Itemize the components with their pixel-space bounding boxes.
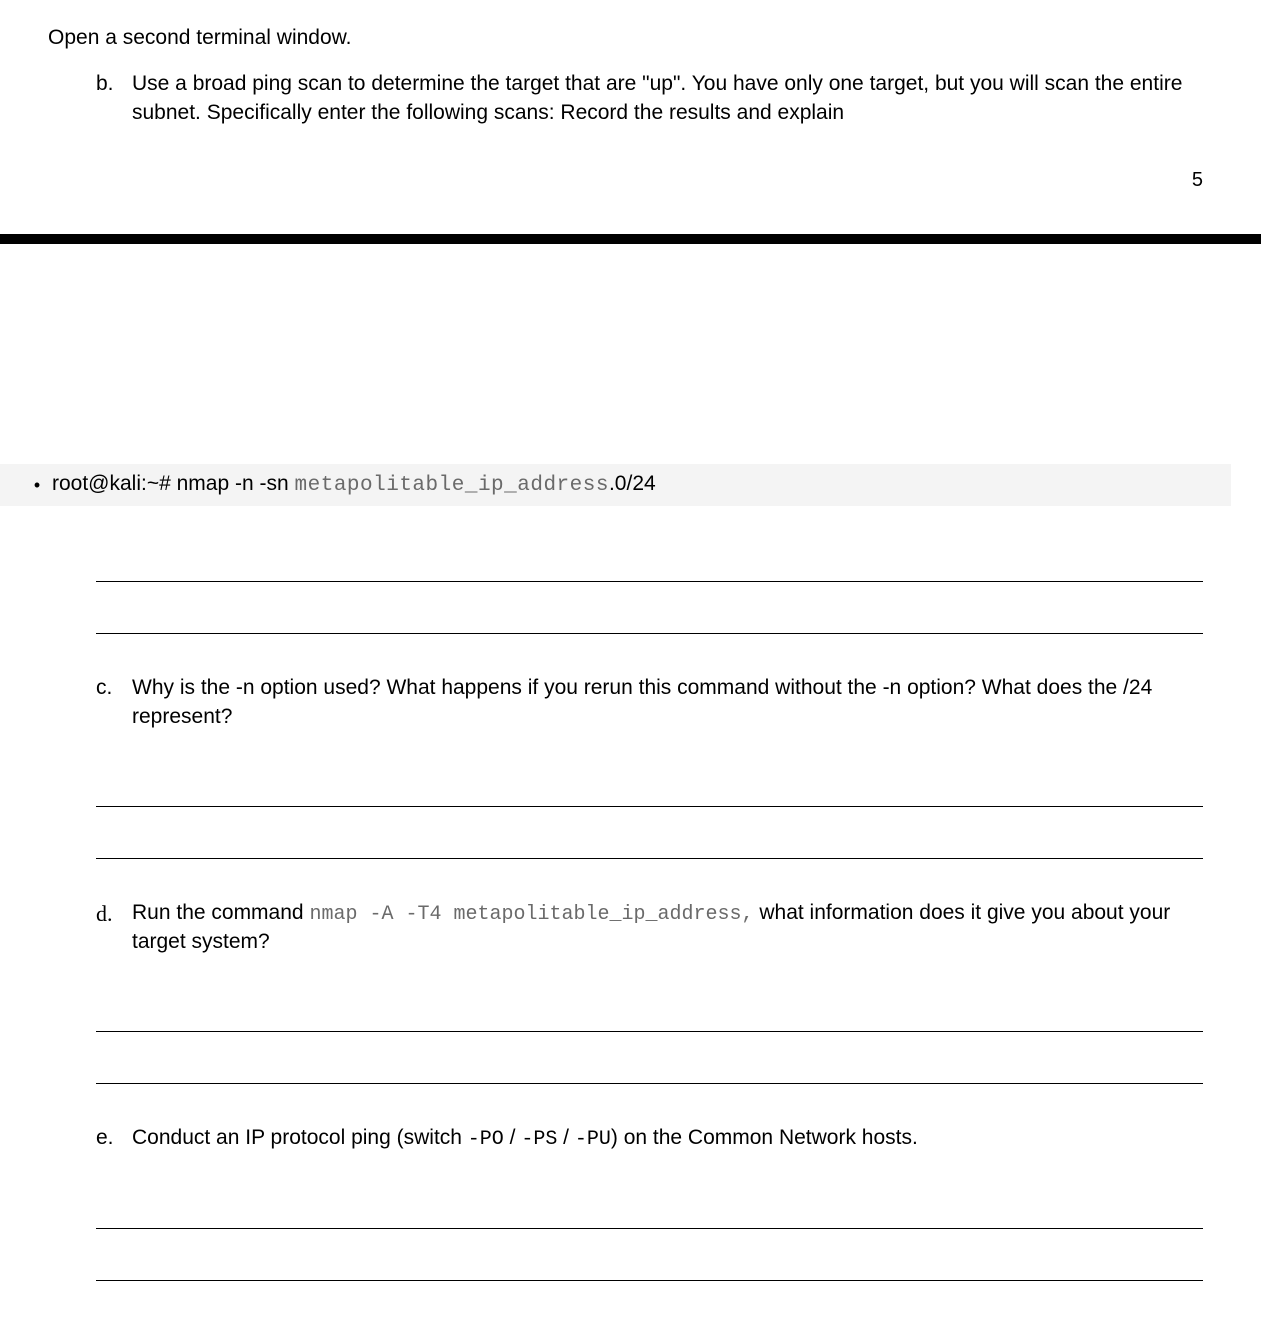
- d-pre: Run the command: [132, 901, 309, 924]
- command-bullet-row: • root@kali:~# nmap -n -sn metapolitable…: [0, 464, 1231, 506]
- page-number: 5: [48, 167, 1213, 194]
- answer-line: [96, 530, 1203, 582]
- body-b: Use a broad ping scan to determine the t…: [132, 70, 1213, 127]
- intro-text: Open a second terminal window.: [48, 24, 1213, 52]
- answer-line: [96, 1229, 1203, 1281]
- page-break-rule: [0, 234, 1261, 244]
- answer-line: [96, 755, 1203, 807]
- cmd-suffix: .0/24: [609, 472, 656, 495]
- marker-b: b.: [96, 70, 132, 127]
- cmd-prefix: root@kali:~# nmap -n -sn: [52, 472, 295, 495]
- command-line: root@kali:~# nmap -n -sn metapolitable_i…: [52, 470, 1231, 500]
- e-sw3: -PU: [575, 1128, 611, 1151]
- answer-line: [96, 582, 1203, 634]
- e-sw1: -PO: [468, 1128, 504, 1151]
- e-slash2: /: [557, 1126, 575, 1149]
- marker-d: d.: [96, 899, 132, 956]
- bullet-icon: •: [22, 476, 52, 494]
- question-b: b. Use a broad ping scan to determine th…: [96, 70, 1213, 127]
- e-slash1: /: [504, 1126, 522, 1149]
- question-c: c. Why is the -n option used? What happe…: [96, 674, 1213, 731]
- body-c: Why is the -n option used? What happens …: [132, 674, 1213, 731]
- question-d: d. Run the command nmap -A -T4 metapolit…: [96, 899, 1213, 956]
- e-sw2: -PS: [521, 1128, 557, 1151]
- body-d: Run the command nmap -A -T4 metapolitabl…: [132, 899, 1213, 956]
- marker-c: c.: [96, 674, 132, 731]
- d-cmd: nmap -A -T4 metapolitable_ip_address,: [309, 903, 753, 926]
- cmd-mono: metapolitable_ip_address: [295, 474, 609, 497]
- e-pre: Conduct an IP protocol ping (switch: [132, 1126, 468, 1149]
- answer-line: [96, 980, 1203, 1032]
- body-e: Conduct an IP protocol ping (switch -PO …: [132, 1124, 1213, 1153]
- question-e: e. Conduct an IP protocol ping (switch -…: [96, 1124, 1213, 1153]
- marker-e: e.: [96, 1124, 132, 1153]
- answer-line: [96, 807, 1203, 859]
- answer-line: [96, 1177, 1203, 1229]
- answer-line: [96, 1032, 1203, 1084]
- e-post: ) on the Common Network hosts.: [611, 1126, 918, 1149]
